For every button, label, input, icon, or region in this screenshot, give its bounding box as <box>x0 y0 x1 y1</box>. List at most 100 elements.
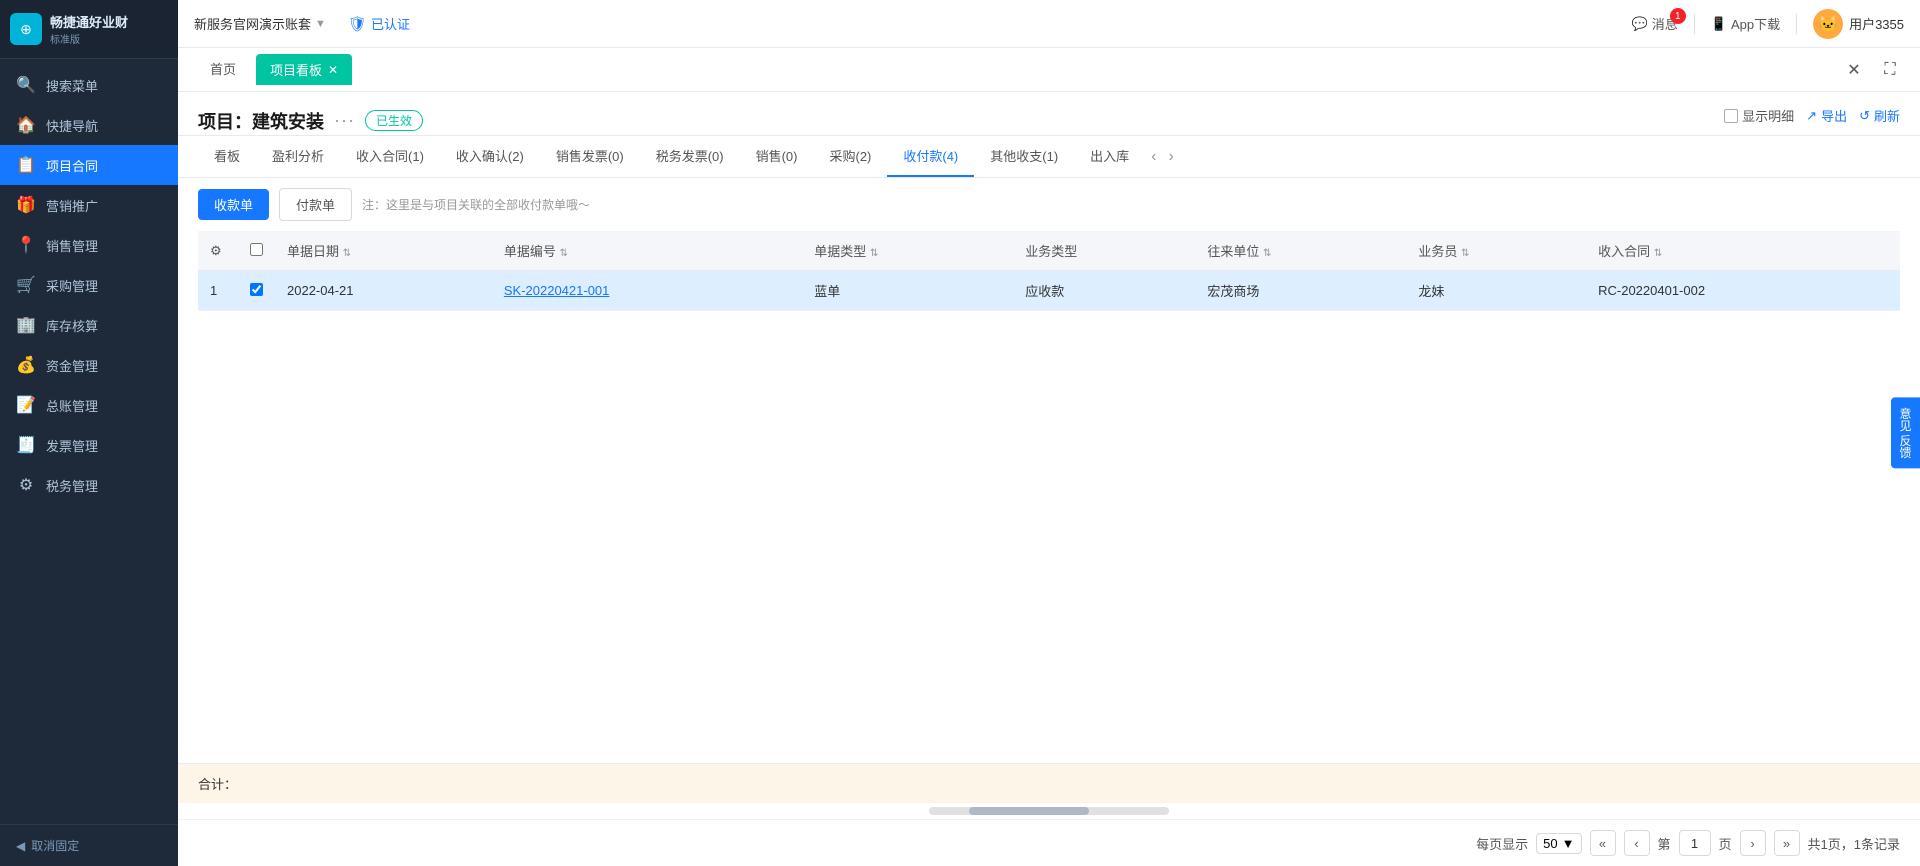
th-biz-type: 业务类型 <box>1013 231 1195 271</box>
sub-nav-profit[interactable]: 盈利分析 <box>256 136 340 177</box>
table-header-row: ⚙ 单据日期 ⇅ 单据编号 ⇅ <box>198 231 1900 271</box>
sub-nav-inout[interactable]: 出入库 <box>1074 136 1145 177</box>
cell-type: 蓝单 <box>802 271 1013 311</box>
sidebar-item-label-purchase: 采购管理 <box>46 276 98 295</box>
sidebar-item-purchase[interactable]: 🛒 采购管理 <box>0 265 178 305</box>
project-more-icon[interactable]: ··· <box>334 110 355 131</box>
th-income-contract[interactable]: 收入合同 ⇅ <box>1586 231 1900 271</box>
th-partner[interactable]: 往来单位 ⇅ <box>1195 231 1406 271</box>
doc-number-link[interactable]: SK-20220421-001 <box>504 283 610 298</box>
table-row[interactable]: 1 2022-04-21 SK-20220421-001 蓝单 应收款 宏茂商场… <box>198 271 1900 311</box>
sidebar-item-project[interactable]: 📋 项目合同 <box>0 145 178 185</box>
cell-checkbox[interactable] <box>238 271 275 311</box>
payment-button[interactable]: 付款单 <box>279 188 352 221</box>
tab-close-icon[interactable]: ✕ <box>328 63 338 77</box>
cell-income-contract: RC-20220401-002 <box>1586 271 1900 311</box>
demo-account[interactable]: 新服务官网演示账套 ▼ <box>194 14 326 33</box>
sidebar-item-sales[interactable]: 📍 销售管理 <box>0 225 178 265</box>
sub-nav-next-icon[interactable]: › <box>1163 140 1180 174</box>
receive-button[interactable]: 收款单 <box>198 189 269 220</box>
sidebar-unpin[interactable]: ◀ 取消固定 <box>0 824 178 866</box>
settings-icon: ⚙ <box>210 243 222 258</box>
prev-page-icon: ‹ <box>1634 836 1638 851</box>
tab-project-board[interactable]: 项目看板 ✕ <box>256 54 352 85</box>
sub-nav-sales[interactable]: 销售(0) <box>740 136 814 177</box>
sidebar-item-label-ledger: 总账管理 <box>46 396 98 415</box>
horizontal-scrollbar[interactable] <box>929 807 1169 815</box>
sidebar-item-quicknav[interactable]: 🏠 快捷导航 <box>0 105 178 145</box>
th-date[interactable]: 单据日期 ⇅ <box>275 231 492 271</box>
sub-nav-tax-invoice[interactable]: 税务发票(0) <box>640 136 740 177</box>
export-button[interactable]: ↗ 导出 <box>1806 106 1847 125</box>
sub-nav-purchase[interactable]: 采购(2) <box>813 136 887 177</box>
sidebar-item-label-invoice: 发票管理 <box>46 436 98 455</box>
project-title: 项目：建筑安装 <box>198 108 324 134</box>
sidebar-item-ledger[interactable]: 📝 总账管理 <box>0 385 178 425</box>
sidebar-item-label-inventory: 库存核算 <box>46 316 98 335</box>
next-page-button[interactable]: › <box>1740 830 1766 856</box>
cell-num: 1 <box>198 271 238 311</box>
th-settings[interactable]: ⚙ <box>198 231 238 271</box>
page-number-input[interactable] <box>1679 830 1711 856</box>
scrollbar-thumb[interactable] <box>969 807 1089 815</box>
last-page-button[interactable]: » <box>1774 830 1800 856</box>
sub-nav-sales-invoice[interactable]: 销售发票(0) <box>540 136 640 177</box>
top-bar-left: 新服务官网演示账套 ▼ 🛡 已认证 <box>194 14 1620 33</box>
sub-nav-payment[interactable]: 收付款(4) <box>887 136 974 177</box>
refresh-button[interactable]: ↺ 刷新 <box>1859 106 1900 125</box>
messages-button[interactable]: 💬 消息 1 <box>1632 14 1678 33</box>
sub-nav-income-contract[interactable]: 收入合同(1) <box>340 136 440 177</box>
cell-partner: 宏茂商场 <box>1195 271 1406 311</box>
sub-nav-other-expense[interactable]: 其他收支(1) <box>974 136 1074 177</box>
sidebar-item-label-tax: 税务管理 <box>46 476 98 495</box>
maximize-button[interactable]: ⛶ <box>1876 56 1904 84</box>
prev-page-button[interactable]: ‹ <box>1624 830 1650 856</box>
sort-icon-type: ⇅ <box>870 248 878 259</box>
user-menu[interactable]: 🐱 用户3355 <box>1813 9 1904 39</box>
sidebar-item-funds[interactable]: 💰 资金管理 <box>0 345 178 385</box>
sort-icon-partner: ⇅ <box>1263 248 1271 259</box>
feedback-button[interactable]: 意见 反馈 <box>1891 397 1920 468</box>
toolbar-note: 注：这里是与项目关联的全部收付款单哦～ <box>362 196 590 213</box>
sidebar-item-marketing[interactable]: 🎁 营销推广 <box>0 185 178 225</box>
export-icon: ↗ <box>1806 108 1817 124</box>
export-label: 导出 <box>1821 106 1847 125</box>
close-window-button[interactable]: ✕ <box>1840 56 1868 84</box>
cart-icon: 🛒 <box>16 275 36 295</box>
tab-home[interactable]: 首页 <box>194 51 252 88</box>
page-suffix: 页 <box>1719 834 1732 853</box>
sidebar-item-search[interactable]: 🔍 搜索菜单 <box>0 65 178 105</box>
sub-nav-prev-icon[interactable]: ‹ <box>1145 140 1162 174</box>
sub-nav-income-confirm[interactable]: 收入确认(2) <box>440 136 540 177</box>
select-all-checkbox[interactable] <box>250 243 263 256</box>
show-detail-label: 显示明细 <box>1742 106 1794 125</box>
row-checkbox[interactable] <box>250 283 263 296</box>
total-info: 共1页，1条记录 <box>1808 834 1900 853</box>
demo-account-label: 新服务官网演示账套 <box>194 14 311 33</box>
first-page-button[interactable]: « <box>1590 830 1616 856</box>
search-icon: 🔍 <box>16 75 36 95</box>
sort-icon-date: ⇅ <box>343 248 351 259</box>
per-page-select[interactable]: 50 ▼ <box>1536 833 1581 854</box>
th-salesperson[interactable]: 业务员 ⇅ <box>1406 231 1586 271</box>
sub-nav-board[interactable]: 看板 <box>198 136 256 177</box>
user-label: 用户3355 <box>1849 14 1904 33</box>
show-detail-toggle[interactable]: 显示明细 <box>1724 106 1794 125</box>
th-type[interactable]: 单据类型 ⇅ <box>802 231 1013 271</box>
sidebar-item-inventory[interactable]: 🏢 库存核算 <box>0 305 178 345</box>
chevron-down-icon: ▼ <box>1562 836 1575 851</box>
data-table: ⚙ 单据日期 ⇅ 单据编号 ⇅ <box>198 231 1900 311</box>
unpin-label: 取消固定 <box>31 837 79 854</box>
app-download-button[interactable]: 📱 App下载 <box>1711 14 1780 33</box>
sub-nav: 看板 盈利分析 收入合同(1) 收入确认(2) 销售发票(0) 税务发票(0) … <box>178 136 1920 178</box>
th-number[interactable]: 单据编号 ⇅ <box>492 231 802 271</box>
sort-icon-salesperson: ⇅ <box>1461 248 1469 259</box>
show-detail-checkbox[interactable] <box>1724 109 1738 123</box>
money-icon: 💰 <box>16 355 36 375</box>
app-logo: ⊕ <box>10 13 42 45</box>
th-checkbox[interactable] <box>238 231 275 271</box>
sidebar-item-invoice[interactable]: 🧾 发票管理 <box>0 425 178 465</box>
cell-biz-type: 应收款 <box>1013 271 1195 311</box>
pagination: 每页显示 50 ▼ « ‹ 第 页 › » 共1页，1条记录 <box>178 819 1920 866</box>
sidebar-item-tax[interactable]: ⚙ 税务管理 <box>0 465 178 505</box>
